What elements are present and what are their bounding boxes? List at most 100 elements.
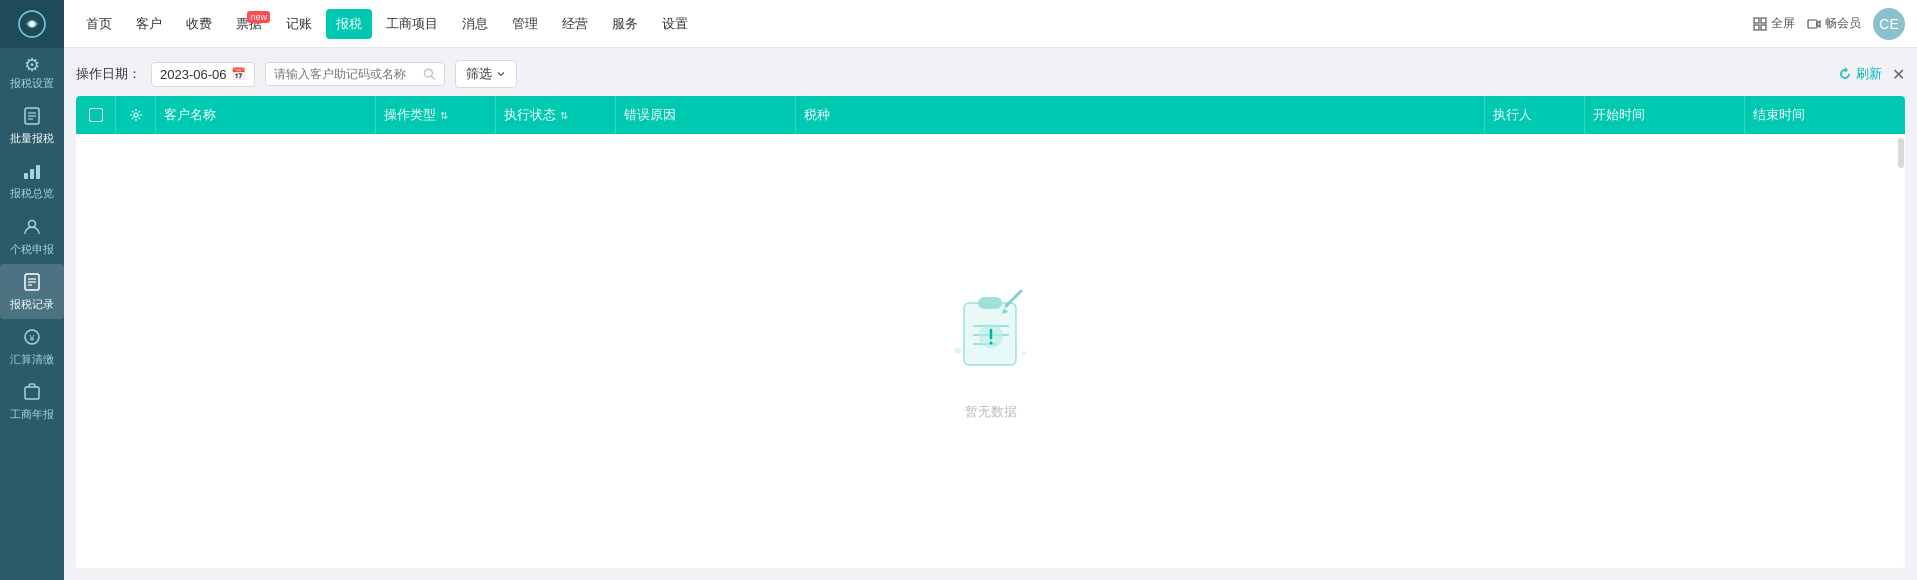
fullscreen-label: 全屏 [1771, 15, 1795, 32]
personal-tax-icon [22, 217, 42, 240]
nav-item-messages[interactable]: 消息 [452, 9, 498, 39]
toolbar: 操作日期： 2023-06-06 📅 筛选 刷新 ✕ [76, 60, 1905, 88]
empty-text: 暂无数据 [965, 403, 1017, 421]
svg-point-24 [134, 113, 138, 117]
th-checkbox[interactable] [76, 96, 116, 134]
sidebar-item-annual-report[interactable]: 工商年报 [0, 374, 64, 429]
tax-records-icon [22, 272, 42, 295]
nav-item-services[interactable]: 服务 [602, 9, 648, 39]
sidebar-item-settlement[interactable]: ¥ 汇算清缴 [0, 319, 64, 374]
member-button[interactable]: 畅会员 [1807, 15, 1861, 32]
scroll-indicator[interactable] [1897, 134, 1905, 568]
empty-state: 暂无数据 [936, 281, 1046, 421]
svg-point-32 [989, 342, 992, 345]
table-body: 暂无数据 [76, 134, 1905, 568]
th-client-name: 客户名称 [156, 96, 376, 134]
svg-point-22 [424, 69, 432, 77]
settlement-icon: ¥ [22, 327, 42, 350]
topnav: 首页 客户 收费 票据 new 记账 报税 工商项目 消息 管理 经营 服务 设… [64, 0, 1917, 48]
svg-point-1 [29, 21, 35, 27]
nav-item-billing[interactable]: 收费 [176, 9, 222, 39]
nav-item-home[interactable]: 首页 [76, 9, 122, 39]
th-end-time: 结束时间 [1745, 96, 1905, 134]
sidebar-item-annual-report-label: 工商年报 [10, 408, 54, 421]
fullscreen-button[interactable]: 全屏 [1753, 15, 1795, 32]
refresh-icon [1838, 67, 1852, 81]
topnav-right: 全屏 畅会员 CE [1753, 8, 1905, 40]
sidebar-item-batch-tax[interactable]: 批量报税 [0, 98, 64, 153]
svg-rect-19 [1754, 25, 1759, 30]
sidebar-item-personal-tax-label: 个税申报 [10, 243, 54, 256]
th-settings[interactable] [116, 96, 156, 134]
close-button[interactable]: ✕ [1892, 65, 1905, 84]
annual-report-icon [22, 382, 42, 405]
svg-point-35 [1022, 351, 1026, 355]
svg-rect-8 [36, 165, 40, 179]
svg-text:¥: ¥ [28, 333, 35, 343]
video-icon [1807, 17, 1821, 31]
member-label: 畅会员 [1825, 15, 1861, 32]
chevron-down-icon [496, 69, 506, 79]
sidebar-logo [0, 0, 64, 48]
empty-illustration [936, 281, 1046, 391]
svg-rect-18 [1761, 18, 1766, 23]
logo-icon [18, 10, 46, 38]
sidebar-item-tax-records-label: 报税记录 [10, 298, 54, 311]
filter-label: 筛选 [466, 65, 492, 83]
sidebar: ⚙ 报税设置 批量报税 报税总览 个税申报 报税记录 ¥ 汇算清缴 工 [0, 0, 64, 580]
sort-icon-status: ⇅ [560, 110, 568, 121]
nav-item-settings[interactable]: 设置 [652, 9, 698, 39]
th-error-reason: 错误原因 [616, 96, 796, 134]
sidebar-item-settlement-label: 汇算清缴 [10, 353, 54, 366]
nav-item-admin[interactable]: 管理 [502, 9, 548, 39]
svg-rect-26 [978, 297, 1002, 309]
nav-item-operations[interactable]: 经营 [552, 9, 598, 39]
avatar[interactable]: CE [1873, 8, 1905, 40]
svg-point-34 [955, 348, 961, 354]
svg-rect-21 [1808, 20, 1817, 28]
date-picker[interactable]: 2023-06-06 📅 [151, 62, 255, 87]
th-operation-type[interactable]: 操作类型 ⇅ [376, 96, 496, 134]
date-label: 操作日期： [76, 65, 141, 83]
th-executor: 执行人 [1485, 96, 1585, 134]
svg-rect-7 [30, 169, 34, 179]
sidebar-item-tax-summary-label: 报税总览 [10, 187, 54, 200]
sidebar-item-personal-tax[interactable]: 个税申报 [0, 209, 64, 264]
th-start-time: 开始时间 [1585, 96, 1745, 134]
date-value: 2023-06-06 [160, 67, 227, 82]
nav-item-business[interactable]: 工商项目 [376, 9, 448, 39]
svg-rect-16 [25, 387, 39, 399]
search-box [265, 62, 445, 86]
scroll-thumb[interactable] [1898, 138, 1904, 168]
topnav-items: 首页 客户 收费 票据 new 记账 报税 工商项目 消息 管理 经营 服务 设… [76, 9, 1753, 39]
table-header: 客户名称 操作类型 ⇅ 执行状态 ⇅ 错误原因 税种 执行人 [76, 96, 1905, 134]
batch-tax-icon [22, 106, 42, 129]
sidebar-item-batch-tax-label: 批量报税 [10, 132, 54, 145]
refresh-label: 刷新 [1856, 65, 1882, 83]
table-container: 客户名称 操作类型 ⇅ 执行状态 ⇅ 错误原因 税种 执行人 [76, 96, 1905, 568]
refresh-button[interactable]: 刷新 [1838, 65, 1882, 83]
sidebar-item-tax-summary[interactable]: 报税总览 [0, 153, 64, 208]
header-checkbox[interactable] [89, 108, 103, 122]
column-settings-icon [129, 108, 143, 122]
sidebar-item-tax-records[interactable]: 报税记录 [0, 264, 64, 319]
tax-settings-icon: ⚙ [24, 56, 40, 74]
sort-icon-operation: ⇅ [440, 110, 448, 121]
search-input[interactable] [274, 67, 419, 81]
svg-rect-17 [1754, 18, 1759, 23]
nav-item-invoices[interactable]: 票据 new [226, 9, 272, 39]
new-badge: new [247, 11, 270, 24]
svg-line-23 [431, 76, 434, 79]
filter-button[interactable]: 筛选 [455, 60, 517, 88]
svg-rect-20 [1761, 25, 1766, 30]
sidebar-item-tax-settings[interactable]: ⚙ 报税设置 [0, 48, 64, 98]
svg-rect-6 [24, 173, 28, 179]
sidebar-item-tax-settings-label: 报税设置 [10, 77, 54, 90]
fullscreen-icon [1753, 17, 1767, 31]
th-exec-status[interactable]: 执行状态 ⇅ [496, 96, 616, 134]
nav-item-tax[interactable]: 报税 [326, 9, 372, 39]
nav-item-clients[interactable]: 客户 [126, 9, 172, 39]
nav-item-bookkeeping[interactable]: 记账 [276, 9, 322, 39]
search-icon [423, 67, 436, 81]
th-tax-type: 税种 [796, 96, 1485, 134]
